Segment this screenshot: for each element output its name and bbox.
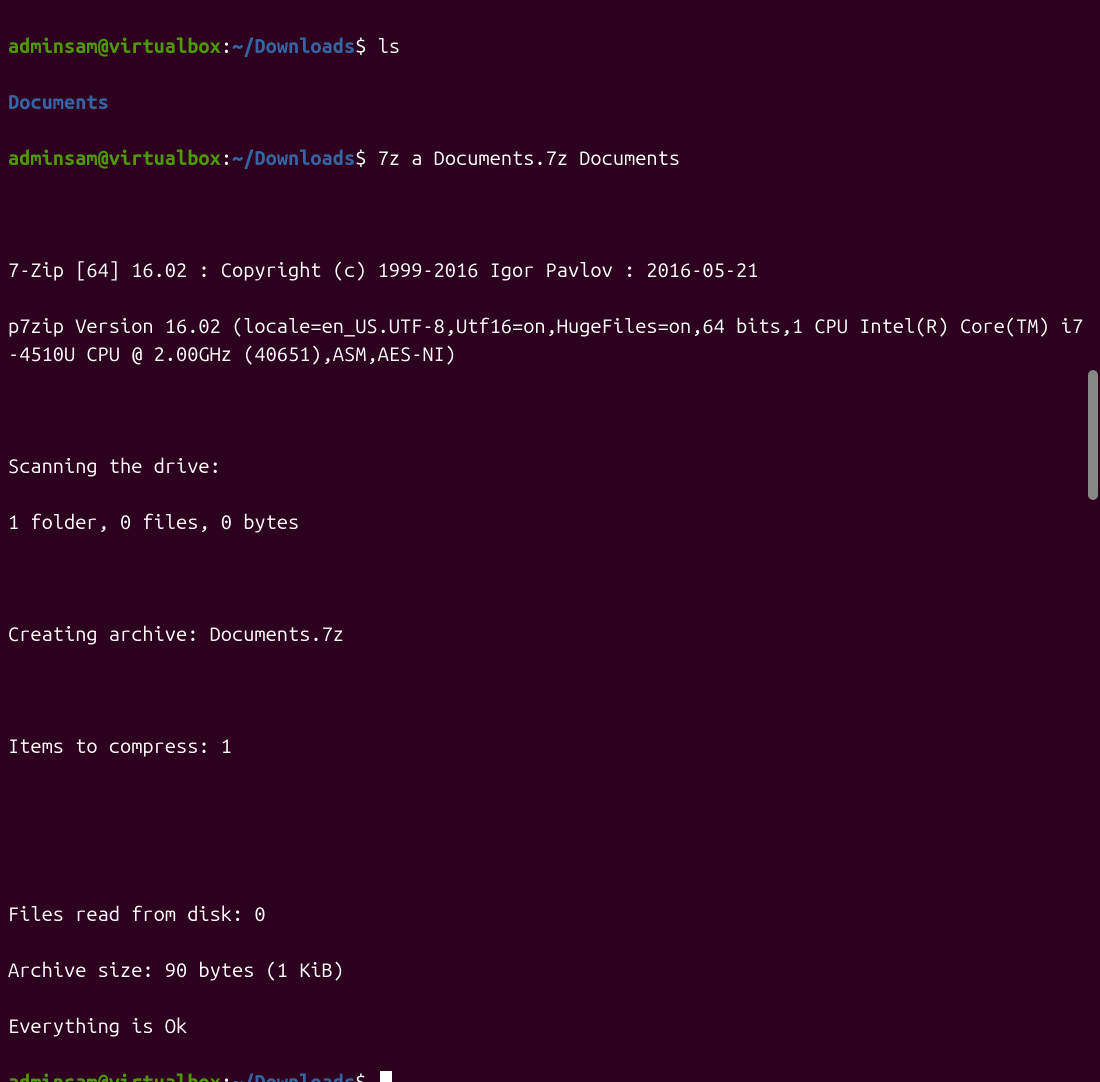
- prompt-line-2: adminsam@virtualbox:~/Downloads$ 7z a Do…: [8, 144, 1092, 172]
- blank-line: [8, 844, 1092, 872]
- blank-line: [8, 676, 1092, 704]
- user-host: adminsam@virtualbox: [8, 34, 221, 57]
- scan-result: 1 folder, 0 files, 0 bytes: [8, 508, 1092, 536]
- prompt-dollar: $: [355, 34, 366, 57]
- colon: :: [221, 1070, 232, 1082]
- files-read: Files read from disk: 0: [8, 900, 1092, 928]
- scrollbar-thumb[interactable]: [1088, 370, 1098, 500]
- prompt-line-1: adminsam@virtualbox:~/Downloads$ ls: [8, 32, 1092, 60]
- command-7z: 7z a Documents.7z Documents: [378, 146, 680, 169]
- 7zip-header: 7-Zip [64] 16.02 : Copyright (c) 1999-20…: [8, 256, 1092, 284]
- prompt-dollar: $: [355, 1070, 366, 1082]
- cursor[interactable]: [380, 1071, 392, 1082]
- terminal-output[interactable]: adminsam@virtualbox:~/Downloads$ ls Docu…: [8, 4, 1092, 1082]
- scanning-label: Scanning the drive:: [8, 452, 1092, 480]
- blank-line: [8, 200, 1092, 228]
- ls-output: Documents: [8, 88, 1092, 116]
- prompt-dollar: $: [355, 146, 366, 169]
- creating-archive: Creating archive: Documents.7z: [8, 620, 1092, 648]
- user-host: adminsam@virtualbox: [8, 146, 221, 169]
- prompt-line-3: adminsam@virtualbox:~/Downloads$: [8, 1068, 1092, 1082]
- p7zip-version: p7zip Version 16.02 (locale=en_US.UTF-8,…: [8, 312, 1092, 368]
- cwd-path: ~/Downloads: [232, 1070, 355, 1082]
- blank-line: [8, 396, 1092, 424]
- blank-line: [8, 788, 1092, 816]
- items-to-compress: Items to compress: 1: [8, 732, 1092, 760]
- archive-size: Archive size: 90 bytes (1 KiB): [8, 956, 1092, 984]
- user-host: adminsam@virtualbox: [8, 1070, 221, 1082]
- colon: :: [221, 34, 232, 57]
- cwd-path: ~/Downloads: [232, 34, 355, 57]
- colon: :: [221, 146, 232, 169]
- command-ls: ls: [378, 34, 400, 57]
- status-ok: Everything is Ok: [8, 1012, 1092, 1040]
- cwd-path: ~/Downloads: [232, 146, 355, 169]
- blank-line: [8, 564, 1092, 592]
